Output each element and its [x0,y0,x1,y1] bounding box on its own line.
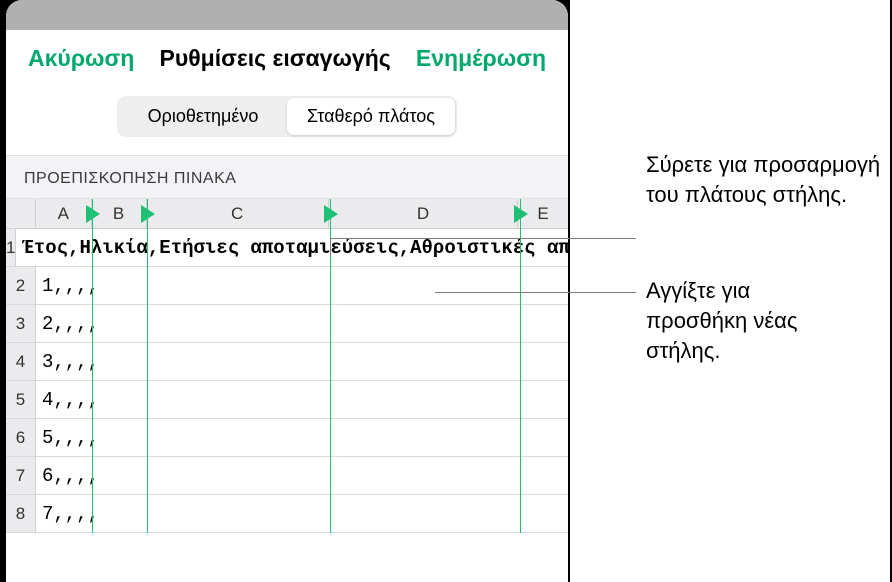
callout-leader-line [330,238,331,256]
toolbar: Ακύρωση Ρυθμίσεις εισαγωγής Ενημέρωση [6,30,568,86]
table-row: 54,,,, [6,381,568,419]
table-row: 76,,,, [6,457,568,495]
row-content[interactable]: 3,,,, [36,343,99,380]
table-row: 43,,,, [6,343,568,381]
column-resize-handle[interactable] [322,199,340,229]
import-settings-sheet: Ακύρωση Ρυθμίσεις εισαγωγής Ενημέρωση Ορ… [6,0,568,582]
segment-delimited[interactable]: Οριοθετημένο [119,98,287,135]
table-row: 87,,,, [6,495,568,533]
segment-fixed-width[interactable]: Σταθερό πλάτος [287,98,455,135]
table-preview-header: ΠΡΟΕΠΙΣΚΟΠΗΣΗ ΠΙΝΑΚΑ [6,155,568,199]
callout-leader-line [330,238,636,239]
sheet-backdrop [6,0,568,30]
col-header-d[interactable]: D [329,199,518,228]
import-mode-segmented[interactable]: Οριοθετημένο Σταθερό πλάτος [117,96,457,137]
callout-tap-text: Αγγίξτε για προσθήκη νέας στήλης. [646,276,846,366]
row-header[interactable]: 7 [6,457,36,494]
row-header[interactable]: 3 [6,305,36,342]
row-content[interactable]: 6,,,, [36,457,99,494]
sheet-title: Ρυθμίσεις εισαγωγής [159,45,390,72]
row-content[interactable]: 4,,,, [36,381,99,418]
row-content[interactable]: 7,,,, [36,495,99,532]
table-preview: A B C D E 1Έτος,Ηλικία,Ετήσιες αποταμ [6,199,568,533]
callout-leader-line [435,292,636,293]
row-header[interactable]: 1 [6,229,16,266]
cancel-button[interactable]: Ακύρωση [28,45,134,72]
callout-area: Σύρετε για προσαρμογή του πλάτους στήλης… [570,0,890,582]
row-content[interactable]: 2,,,, [36,305,99,342]
row-content[interactable]: 1,,,, [36,267,99,304]
row-header[interactable]: 5 [6,381,36,418]
update-button[interactable]: Ενημέρωση [416,45,546,72]
row-header[interactable]: 8 [6,495,36,532]
table-row: 1Έτος,Ηλικία,Ετήσιες αποταμιεύσεις,Αθροι… [6,229,568,267]
row-header[interactable]: 4 [6,343,36,380]
column-resize-handle[interactable] [512,199,530,229]
callout-drag-text: Σύρετε για προσαρμογή του πλάτους στήλης… [646,150,892,210]
corner-cell [6,199,36,228]
col-header-c[interactable]: C [147,199,329,228]
row-header[interactable]: 2 [6,267,36,304]
sheet-content: Ακύρωση Ρυθμίσεις εισαγωγής Ενημέρωση Ορ… [6,30,568,582]
table-row: 65,,,, [6,419,568,457]
table-row: 32,,,, [6,305,568,343]
row-content[interactable]: Έτος,Ηλικία,Ετήσιες αποταμιεύσεις,Αθροισ… [16,229,568,266]
row-content[interactable]: 5,,,, [36,419,99,456]
column-resize-handle[interactable] [139,199,157,229]
table-row: 21,,,, [6,267,568,305]
row-header[interactable]: 6 [6,419,36,456]
column-resize-handle[interactable] [84,199,102,229]
column-header-row: A B C D E [6,199,568,229]
